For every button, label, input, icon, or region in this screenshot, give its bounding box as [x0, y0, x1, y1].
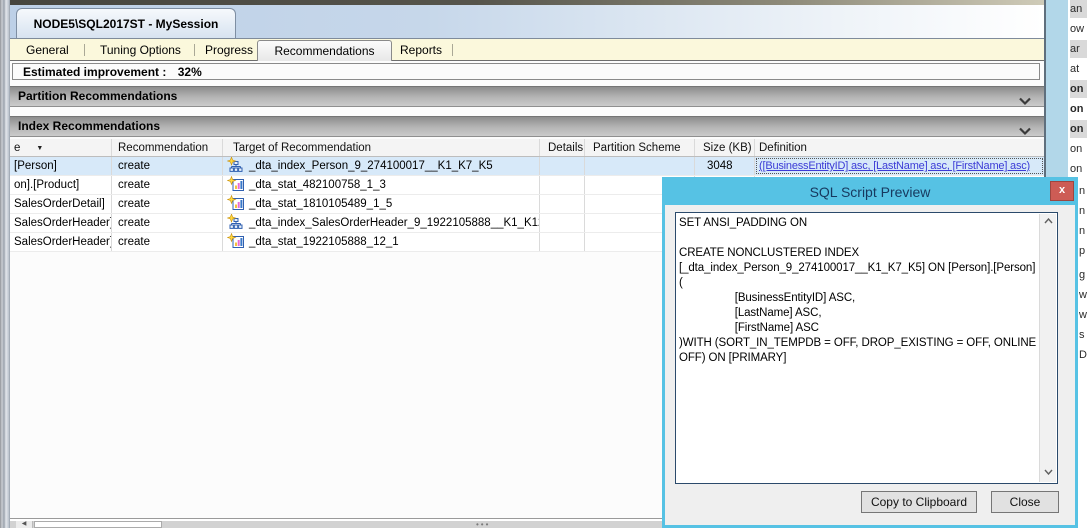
- sql-script-preview-dialog: SQL Script Preview x SET ANSI_PADDING ON…: [662, 177, 1078, 528]
- partition-scheme-cell: [585, 157, 695, 175]
- sql-script-text: SET ANSI_PADDING ON CREATE NONCLUSTERED …: [679, 217, 1037, 364]
- tab-bar: General Tuning Options Progress Recommen…: [10, 38, 1044, 62]
- clipped-text: w: [1079, 289, 1087, 301]
- tab-reports[interactable]: Reports: [400, 43, 442, 57]
- dialog-body: SET ANSI_PADDING ON CREATE NONCLUSTERED …: [665, 205, 1075, 525]
- clipped-text: ar: [1070, 40, 1087, 58]
- table-row[interactable]: [Person] create _dta_index_Person_9_2741…: [10, 157, 1044, 176]
- scrollbar-grip: •••: [476, 520, 491, 528]
- partition-recommendations-label: Partition Recommendations: [18, 89, 178, 103]
- size-cell: 3048: [695, 157, 755, 175]
- estimated-improvement: Estimated improvement : 32%: [12, 63, 1040, 80]
- index-recommendation-icon: [227, 214, 245, 230]
- tab-divider: [452, 44, 453, 56]
- recommendation-target: _dta_stat_482100758_1_3: [223, 176, 540, 194]
- details-cell: [540, 176, 585, 194]
- clipped-text: on: [1070, 120, 1087, 138]
- clipped-text: on: [1070, 103, 1084, 115]
- recommendation-action: create: [112, 157, 223, 175]
- dta-window: NODE5\SQL2017ST - MySession General Tuni…: [0, 0, 1087, 528]
- recommendation-action: create: [112, 195, 223, 213]
- column-header-definition[interactable]: Definition: [755, 139, 1044, 156]
- clipped-text: g: [1079, 269, 1086, 281]
- session-tab-strip: NODE5\SQL2017ST - MySession: [10, 5, 1044, 39]
- clipped-text: w: [1079, 309, 1087, 321]
- column-header-partition-scheme[interactable]: Partition Scheme▼: [585, 139, 695, 156]
- recommendation-target: _dta_index_SalesOrderHeader_9_1922105888…: [223, 214, 540, 232]
- session-tab[interactable]: NODE5\SQL2017ST - MySession: [16, 8, 236, 39]
- estimated-improvement-value: 32%: [177, 65, 202, 79]
- statistics-recommendation-icon: [227, 195, 245, 211]
- recommendation-target: _dta_stat_1922105888_12_1: [223, 233, 540, 251]
- table-header-row: e▼ Recommendation▼ Target of Recommendat…: [10, 139, 1044, 157]
- clipped-text: n: [1079, 225, 1086, 237]
- clipped-text: s: [1079, 329, 1085, 341]
- filter-dropdown-icon[interactable]: ▼: [36, 145, 43, 152]
- dialog-title-bar[interactable]: SQL Script Preview x: [665, 180, 1075, 205]
- clipped-text: on: [1070, 80, 1087, 98]
- tab-divider: [84, 44, 85, 56]
- recommendation-target: _dta_index_Person_9_274100017__K1_K7_K5: [223, 157, 540, 175]
- clipped-text: ow: [1070, 23, 1085, 35]
- clipped-text: an: [1070, 0, 1087, 18]
- target-object: SalesOrderHeader]: [10, 233, 112, 251]
- copy-to-clipboard-button[interactable]: Copy to Clipboard: [861, 491, 977, 513]
- tab-general[interactable]: General: [26, 43, 69, 57]
- recommendation-target: _dta_stat_1810105489_1_5: [223, 195, 540, 213]
- scroll-left-arrow-icon[interactable]: ◀: [16, 521, 33, 528]
- tab-divider: [194, 44, 195, 56]
- close-icon[interactable]: x: [1050, 181, 1074, 201]
- close-button[interactable]: Close: [991, 491, 1059, 513]
- details-cell: [540, 233, 585, 251]
- clipped-text: n: [1079, 205, 1086, 217]
- statistics-recommendation-icon: [227, 233, 245, 249]
- clipped-text: on: [1070, 143, 1083, 155]
- clipped-text: at: [1070, 63, 1080, 75]
- column-header-database[interactable]: e ▼: [10, 139, 112, 156]
- chevron-down-icon[interactable]: [1018, 93, 1032, 112]
- recommendation-action: create: [112, 176, 223, 194]
- column-header-target[interactable]: Target of Recommendation: [223, 139, 540, 156]
- target-object: [Person]: [10, 157, 112, 175]
- sql-script-textbox[interactable]: SET ANSI_PADDING ON CREATE NONCLUSTERED …: [675, 212, 1058, 484]
- column-header-size[interactable]: Size (KB): [695, 139, 755, 156]
- clipped-text: n: [1079, 185, 1086, 197]
- horizontal-scrollbar-thumb[interactable]: [34, 521, 162, 528]
- index-recommendations-label: Index Recommendations: [18, 119, 161, 133]
- tab-tuning-options[interactable]: Tuning Options: [100, 43, 181, 57]
- clipped-text: D: [1079, 349, 1087, 361]
- index-recommendations-header[interactable]: Index Recommendations: [10, 116, 1044, 137]
- details-cell: [540, 157, 585, 175]
- statistics-recommendation-icon: [227, 176, 245, 192]
- scroll-up-arrow-icon[interactable]: [1040, 215, 1056, 230]
- column-header-recommendation[interactable]: Recommendation▼: [112, 139, 223, 156]
- clipped-text: on: [1070, 163, 1083, 175]
- details-cell: [540, 195, 585, 213]
- index-recommendation-icon: [227, 157, 245, 173]
- estimated-improvement-label: Estimated improvement :: [23, 65, 167, 79]
- column-header-details[interactable]: Details: [540, 139, 585, 156]
- tab-recommendations[interactable]: Recommendations: [257, 40, 392, 62]
- scroll-down-arrow-icon[interactable]: [1040, 466, 1056, 481]
- definition-cell: ([BusinessEntityID] asc, [LastName] asc,…: [755, 157, 1044, 175]
- recommendation-action: create: [112, 214, 223, 232]
- vertical-scrollbar[interactable]: [1039, 214, 1056, 482]
- partition-recommendations-header[interactable]: Partition Recommendations: [10, 86, 1044, 107]
- dialog-title: SQL Script Preview: [809, 184, 931, 200]
- details-cell: [540, 214, 585, 232]
- target-object: SalesOrderDetail]: [10, 195, 112, 213]
- clipped-text: p: [1079, 245, 1086, 257]
- recommendation-action: create: [112, 233, 223, 251]
- target-object: SalesOrderHeader]: [10, 214, 112, 232]
- target-object: on].[Product]: [10, 176, 112, 194]
- definition-link[interactable]: ([BusinessEntityID] asc, [LastName] asc,…: [759, 160, 1030, 172]
- tab-progress[interactable]: Progress: [205, 43, 253, 57]
- window-left-frame: [0, 0, 10, 528]
